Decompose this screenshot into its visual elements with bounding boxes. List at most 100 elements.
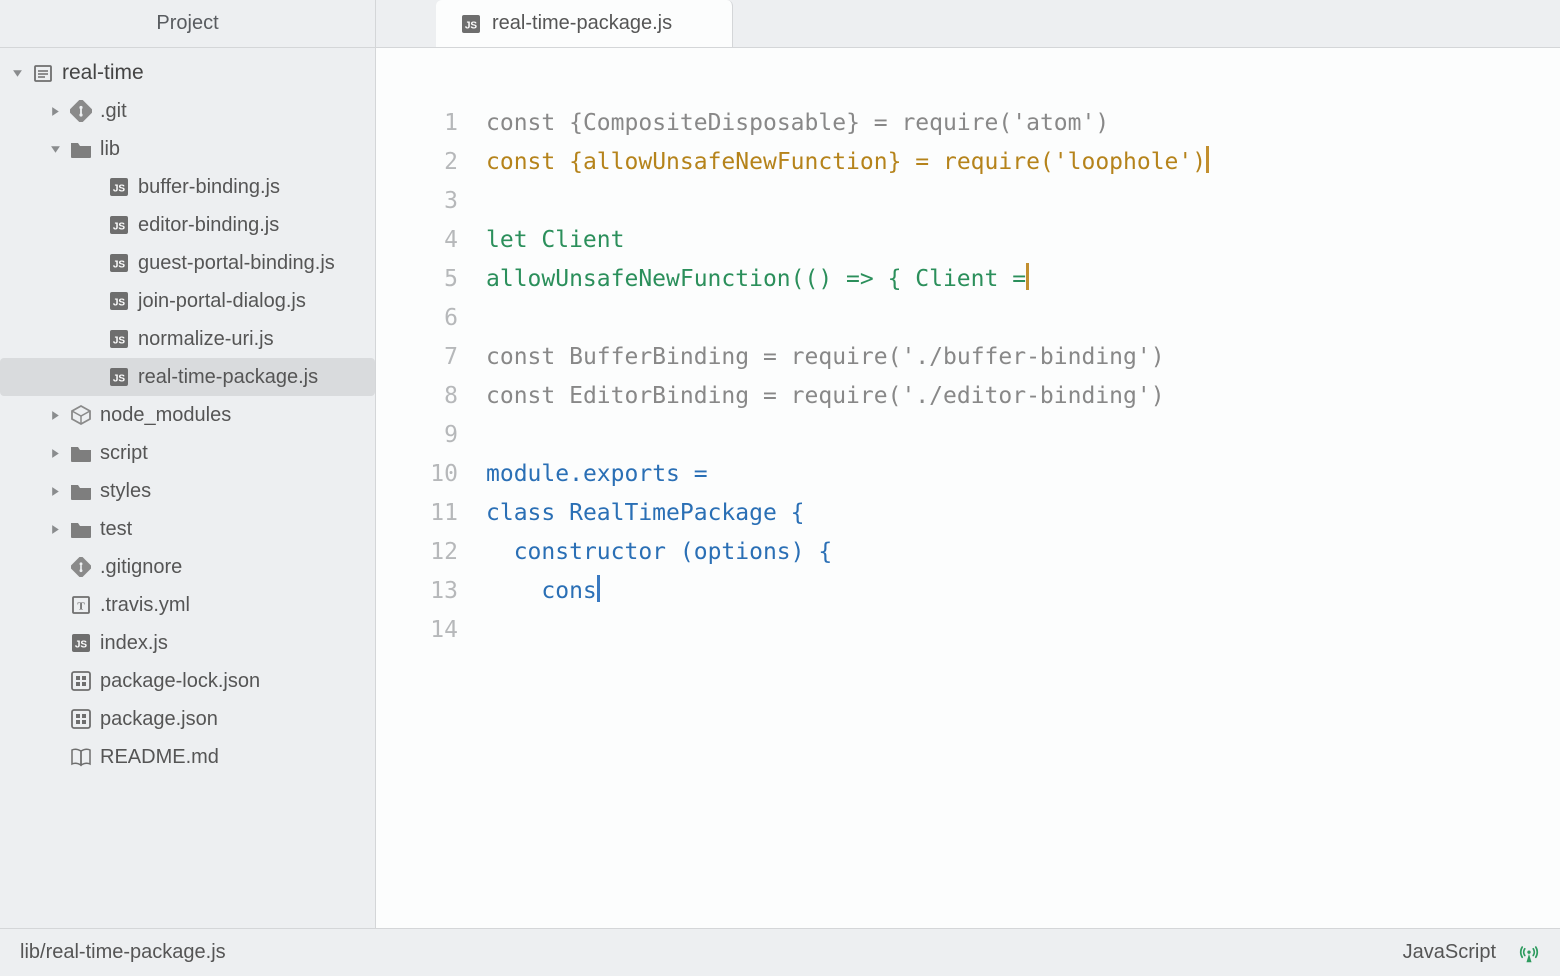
svg-text:JS: JS xyxy=(113,336,126,347)
tree-root[interactable]: real-time xyxy=(0,54,375,92)
tab-active[interactable]: JS real-time-package.js xyxy=(436,0,733,47)
js-icon: JS xyxy=(108,290,130,312)
tree-item[interactable]: README.md xyxy=(0,738,375,776)
code-editor[interactable]: const {CompositeDisposable} = require('a… xyxy=(486,104,1560,928)
arrow-spacer xyxy=(86,370,100,384)
tree-item-label: .gitignore xyxy=(100,556,182,579)
tree-item[interactable]: T .travis.yml xyxy=(0,586,375,624)
remote-cursor xyxy=(1206,146,1209,173)
svg-text:JS: JS xyxy=(113,260,126,271)
tree-item[interactable]: node_modules xyxy=(0,396,375,434)
svg-text:JS: JS xyxy=(465,20,478,31)
sidebar-title: Project xyxy=(0,0,375,48)
tree-item[interactable]: styles xyxy=(0,472,375,510)
code-area: 1234567891011121314 const {CompositeDisp… xyxy=(376,48,1560,928)
tree-item-label: real-time-package.js xyxy=(138,366,318,389)
folder-icon xyxy=(70,442,92,464)
js-icon: JS xyxy=(108,176,130,198)
project-icon xyxy=(32,62,54,84)
project-sidebar: Project real-time .git lib JS buffer-binding… xyxy=(0,0,376,928)
tab-spacer xyxy=(376,0,436,47)
tree-item-label: styles xyxy=(100,480,151,503)
tab-label: real-time-package.js xyxy=(492,12,672,35)
svg-text:JS: JS xyxy=(113,184,126,195)
git-folder-icon xyxy=(70,100,92,122)
js-icon: JS xyxy=(108,328,130,350)
file-tree[interactable]: real-time .git lib JS buffer-binding.js JS edi… xyxy=(0,48,375,928)
status-language[interactable]: JavaScript xyxy=(1403,941,1496,964)
tree-item[interactable]: JS join-portal-dialog.js xyxy=(0,282,375,320)
js-icon: JS xyxy=(108,366,130,388)
folder-icon xyxy=(70,138,92,160)
arrow-spacer xyxy=(48,674,62,688)
tree-root-label: real-time xyxy=(62,61,144,85)
git-file-icon xyxy=(70,556,92,578)
text-icon: T xyxy=(70,594,92,616)
book-icon xyxy=(70,746,92,768)
tree-item[interactable]: test xyxy=(0,510,375,548)
tree-item-label: .travis.yml xyxy=(100,594,190,617)
tree-item-label: README.md xyxy=(100,746,219,769)
tree-item-label: normalize-uri.js xyxy=(138,328,274,351)
svg-text:JS: JS xyxy=(113,298,126,309)
tree-item-label: script xyxy=(100,442,148,465)
tree-item[interactable]: JS buffer-binding.js xyxy=(0,168,375,206)
json-icon xyxy=(70,670,92,692)
chevron-right-icon[interactable] xyxy=(48,446,62,460)
chevron-down-icon[interactable] xyxy=(10,66,24,80)
arrow-spacer xyxy=(48,712,62,726)
tree-item-label: node_modules xyxy=(100,404,231,427)
js-icon: JS xyxy=(108,214,130,236)
main-area: Project real-time .git lib JS buffer-binding… xyxy=(0,0,1560,928)
tree-item-label: editor-binding.js xyxy=(138,214,279,237)
arrow-spacer xyxy=(48,560,62,574)
tree-item-label: join-portal-dialog.js xyxy=(138,290,306,313)
arrow-spacer xyxy=(86,180,100,194)
tree-item-label: lib xyxy=(100,138,120,161)
editor-area: JS real-time-package.js 1234567891011121… xyxy=(376,0,1560,928)
js-file-icon: JS xyxy=(460,13,482,35)
svg-text:T: T xyxy=(77,601,85,613)
svg-text:JS: JS xyxy=(75,640,88,651)
text-cursor xyxy=(597,575,600,602)
chevron-right-icon[interactable] xyxy=(48,104,62,118)
chevron-right-icon[interactable] xyxy=(48,408,62,422)
tree-item[interactable]: JS real-time-package.js xyxy=(0,358,375,396)
json-icon xyxy=(70,708,92,730)
tree-item-label: .git xyxy=(100,100,127,123)
tree-item-label: guest-portal-binding.js xyxy=(138,252,335,275)
tree-item[interactable]: JS guest-portal-binding.js xyxy=(0,244,375,282)
broadcast-icon[interactable] xyxy=(1518,942,1540,964)
arrow-spacer xyxy=(86,294,100,308)
tree-item[interactable]: JS normalize-uri.js xyxy=(0,320,375,358)
status-file-path: lib/real-time-package.js xyxy=(20,941,226,964)
tree-item[interactable]: package-lock.json xyxy=(0,662,375,700)
arrow-spacer xyxy=(86,218,100,232)
svg-text:JS: JS xyxy=(113,222,126,233)
tree-item-label: buffer-binding.js xyxy=(138,176,280,199)
tree-item[interactable]: JS index.js xyxy=(0,624,375,662)
arrow-spacer xyxy=(86,332,100,346)
chevron-down-icon[interactable] xyxy=(48,142,62,156)
chevron-right-icon[interactable] xyxy=(48,484,62,498)
tree-item-label: package-lock.json xyxy=(100,670,260,693)
arrow-spacer xyxy=(48,636,62,650)
tree-item-label: index.js xyxy=(100,632,168,655)
js-icon: JS xyxy=(70,632,92,654)
arrow-spacer xyxy=(86,256,100,270)
tab-bar: JS real-time-package.js xyxy=(376,0,1560,48)
svg-text:JS: JS xyxy=(113,374,126,385)
tree-item[interactable]: JS editor-binding.js xyxy=(0,206,375,244)
tree-item-label: test xyxy=(100,518,132,541)
tree-item[interactable]: lib xyxy=(0,130,375,168)
line-number-gutter: 1234567891011121314 xyxy=(376,104,486,928)
tree-item[interactable]: package.json xyxy=(0,700,375,738)
tree-item[interactable]: .git xyxy=(0,92,375,130)
js-icon: JS xyxy=(108,252,130,274)
tree-item-label: package.json xyxy=(100,708,218,731)
tree-item[interactable]: .gitignore xyxy=(0,548,375,586)
chevron-right-icon[interactable] xyxy=(48,522,62,536)
tree-item[interactable]: script xyxy=(0,434,375,472)
folder-icon xyxy=(70,480,92,502)
arrow-spacer xyxy=(48,750,62,764)
